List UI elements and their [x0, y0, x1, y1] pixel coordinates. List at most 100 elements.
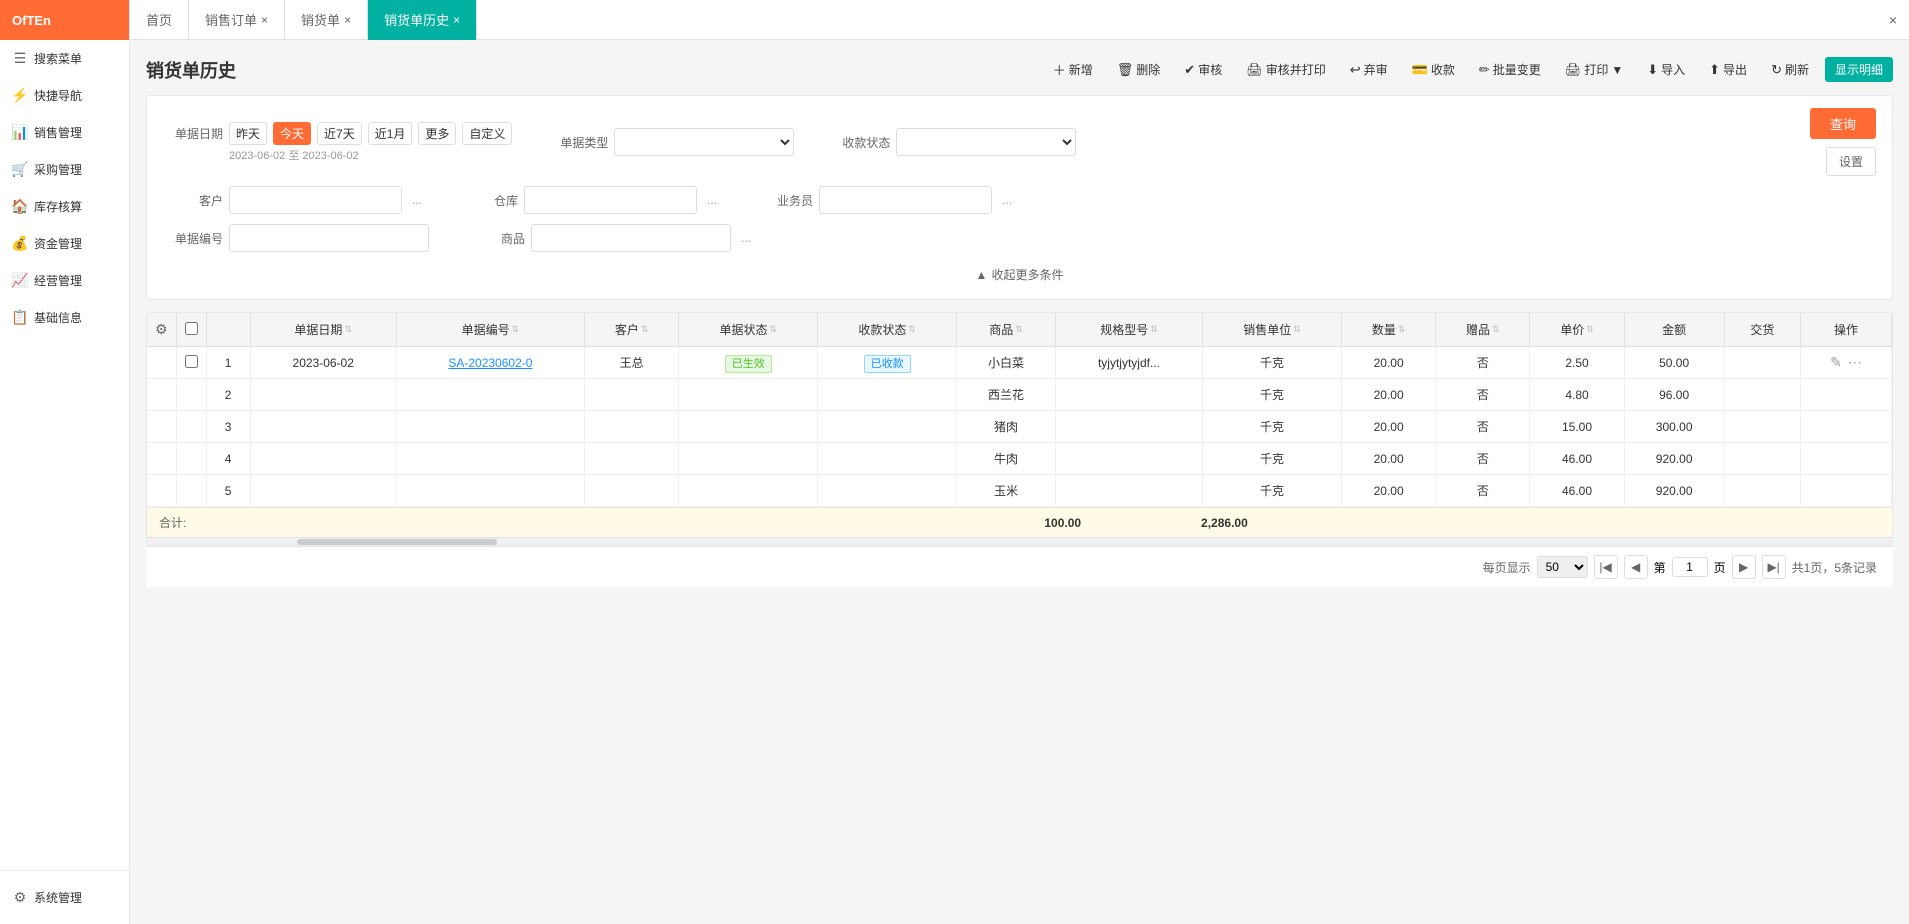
edit-icon[interactable]: ✎	[1830, 354, 1842, 371]
th-doc-date[interactable]: 单据日期 ⇅	[250, 313, 396, 347]
collapse-button[interactable]: ▲ 收起更多条件	[163, 262, 1876, 287]
sidebar-item-quick-nav[interactable]: ⚡ 快捷导航	[0, 77, 129, 114]
doc-type-select[interactable]	[614, 128, 794, 156]
th-customer[interactable]: 客户 ⇅	[585, 313, 679, 347]
cell-doc-no[interactable]	[396, 443, 584, 475]
goods-dots[interactable]: ...	[741, 231, 751, 245]
cell-row-no: 4	[206, 443, 250, 475]
customer-dots[interactable]: ...	[412, 193, 422, 207]
cell-doc-no[interactable]	[396, 475, 584, 507]
sidebar-item-operation[interactable]: 📈 经营管理	[0, 262, 129, 299]
th-unit-price[interactable]: 单价 ⇅	[1530, 313, 1624, 347]
date-btn-1month[interactable]: 近1月	[368, 122, 413, 145]
th-unit[interactable]: 销售单位 ⇅	[1203, 313, 1342, 347]
scrollbar-thumb[interactable]	[297, 539, 497, 545]
qty-sort-icon: ⇅	[1398, 324, 1406, 335]
cell-goods: 西兰花	[957, 379, 1056, 411]
sidebar-item-sales-mgmt[interactable]: 📊 销售管理	[0, 114, 129, 151]
th-goods[interactable]: 商品 ⇅	[957, 313, 1056, 347]
sidebar-item-search-menu[interactable]: ☰ 搜索菜单	[0, 40, 129, 77]
sidebar-item-purchase-mgmt[interactable]: 🛒 采购管理	[0, 151, 129, 188]
th-setting[interactable]: ⚙	[147, 313, 176, 347]
sidebar-item-inventory[interactable]: 🏠 库存核算	[0, 188, 129, 225]
tab-sales-history-close[interactable]: ×	[453, 13, 460, 27]
page-size-select[interactable]: 50 20 100	[1537, 556, 1588, 578]
th-spec[interactable]: 规格型号 ⇅	[1055, 313, 1202, 347]
batch-change-icon: ✏	[1479, 62, 1490, 78]
th-action: 操作	[1801, 313, 1892, 347]
th-payment-status[interactable]: 收款状态 ⇅	[818, 313, 957, 347]
more-icon[interactable]: ⋯	[1848, 354, 1862, 371]
tab-sales-order[interactable]: 销售订单 ×	[189, 0, 285, 40]
th-doc-status[interactable]: 单据状态 ⇅	[679, 313, 818, 347]
date-btn-7days[interactable]: 近7天	[317, 122, 362, 145]
set-button[interactable]: 设置	[1826, 147, 1876, 176]
th-gift[interactable]: 赠品 ⇅	[1436, 313, 1530, 347]
audit-print-button[interactable]: 🖨 审核并打印	[1238, 57, 1334, 82]
goods-input[interactable]	[531, 224, 731, 252]
tab-home[interactable]: 首页	[130, 0, 189, 40]
th-doc-no[interactable]: 单据编号 ⇅	[396, 313, 584, 347]
warehouse-input[interactable]	[524, 186, 697, 214]
abandon-button[interactable]: ↩ 弃审	[1342, 57, 1396, 82]
date-btn-custom[interactable]: 自定义	[462, 122, 512, 145]
delete-button[interactable]: 🗑 删除	[1109, 57, 1169, 82]
setting-icon[interactable]: ⚙	[155, 321, 168, 337]
date-btn-yesterday[interactable]: 昨天	[229, 122, 267, 145]
page-prev-button[interactable]: ◀	[1624, 555, 1648, 579]
sidebar-item-basic-info[interactable]: 📋 基础信息	[0, 299, 129, 336]
page-input[interactable]	[1672, 557, 1708, 577]
th-transaction[interactable]: 交货	[1724, 313, 1800, 347]
cell-doc-no[interactable]	[396, 379, 584, 411]
tab-sales-goods-close[interactable]: ×	[344, 13, 351, 27]
page-last-button[interactable]: ▶|	[1762, 555, 1786, 579]
doc-no-link[interactable]: SA-20230602-0	[448, 356, 532, 370]
cell-check[interactable]	[176, 475, 206, 507]
tab-sales-goods[interactable]: 销货单 ×	[285, 0, 368, 40]
page-header: 销货单历史 ＋ 新增 🗑 删除 ✔ 审核 🖨 审核并打印	[146, 56, 1893, 83]
th-amount[interactable]: 金额	[1624, 313, 1724, 347]
cell-check[interactable]	[176, 347, 206, 379]
cell-doc-no[interactable]: SA-20230602-0	[396, 347, 584, 379]
tab-sales-history[interactable]: 销货单历史 ×	[368, 0, 477, 40]
date-btn-more[interactable]: 更多	[418, 122, 456, 145]
row-checkbox[interactable]	[185, 355, 198, 368]
table-row: 3 猪肉 千克 20.00 否 15.00 300.00	[147, 411, 1892, 443]
page-first-button[interactable]: |◀	[1594, 555, 1618, 579]
refresh-button[interactable]: ↻ 刷新	[1763, 57, 1817, 82]
batch-change-button[interactable]: ✏ 批量变更	[1471, 57, 1549, 82]
tab-sales-order-close[interactable]: ×	[261, 13, 268, 27]
date-btn-today[interactable]: 今天	[273, 122, 311, 145]
sidebar-item-system[interactable]: ⚙ 系统管理	[0, 879, 129, 916]
sidebar-item-finance[interactable]: 💰 资金管理	[0, 225, 129, 262]
horizontal-scrollbar[interactable]	[147, 537, 1892, 545]
page-next-button[interactable]: ▶	[1732, 555, 1756, 579]
select-all-checkbox[interactable]	[185, 322, 198, 335]
cell-check[interactable]	[176, 411, 206, 443]
collect-button[interactable]: 💳 收款	[1404, 57, 1463, 82]
tab-bar-close-all[interactable]: ×	[1877, 12, 1909, 28]
new-button[interactable]: ＋ 新增	[1045, 56, 1101, 83]
th-qty[interactable]: 数量 ⇅	[1342, 313, 1436, 347]
page-info: 共1页，5条记录	[1792, 559, 1877, 576]
cell-doc-no[interactable]	[396, 411, 584, 443]
print-button[interactable]: 🖨 打印 ▼	[1557, 57, 1631, 82]
audit-button[interactable]: ✔ 审核	[1176, 57, 1230, 82]
warehouse-dots[interactable]: ...	[707, 193, 717, 207]
export-button[interactable]: ⬆ 导出	[1701, 57, 1755, 82]
cell-check[interactable]	[176, 379, 206, 411]
agent-input[interactable]	[819, 186, 992, 214]
agent-label: 业务员	[753, 192, 813, 209]
cell-unit-price: 2.50	[1530, 347, 1624, 379]
payment-status-select[interactable]	[896, 128, 1076, 156]
cell-doc-date: 2023-06-02	[250, 347, 396, 379]
customer-input[interactable]	[229, 186, 402, 214]
query-button[interactable]: 查询	[1810, 108, 1876, 139]
import-button[interactable]: ⬇ 导入	[1639, 57, 1693, 82]
display-button[interactable]: 显示明细	[1825, 57, 1893, 82]
agent-dots[interactable]: ...	[1002, 193, 1012, 207]
quick-nav-icon: ⚡	[12, 88, 28, 104]
doc-no-input[interactable]	[229, 224, 429, 252]
th-check[interactable]	[176, 313, 206, 347]
cell-check[interactable]	[176, 443, 206, 475]
